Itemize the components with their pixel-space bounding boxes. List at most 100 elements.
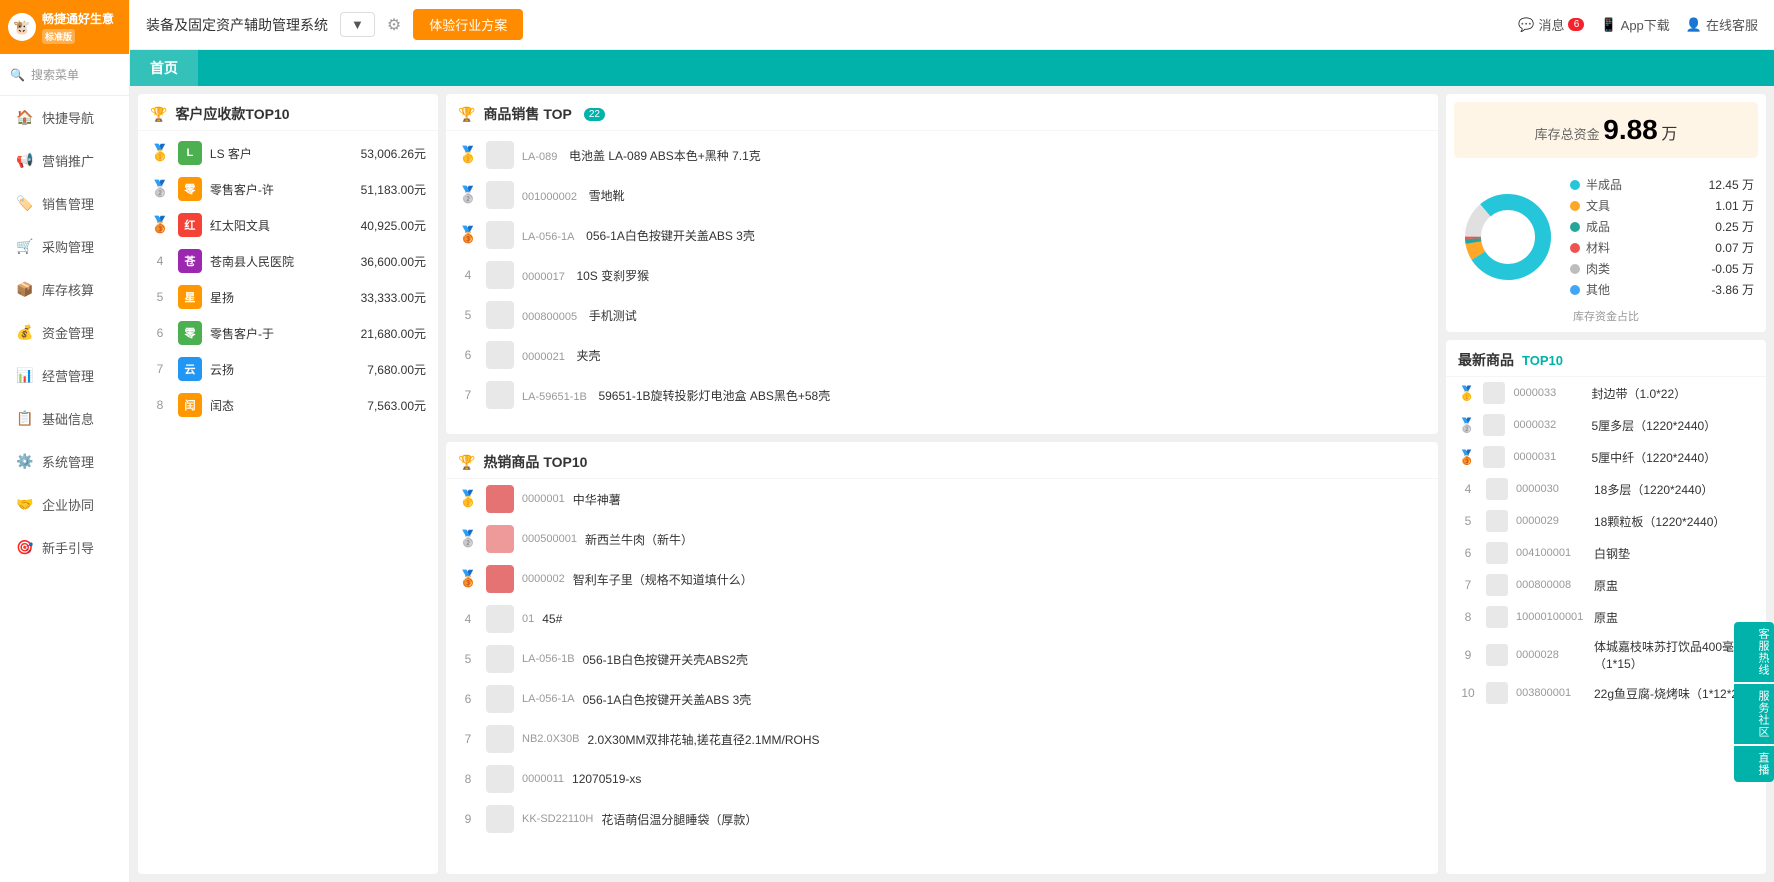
sidebar-item-system[interactable]: ⚙️ 系统管理 bbox=[0, 440, 129, 483]
product-code: 001000002 bbox=[522, 191, 577, 203]
product-code: LA-056-1A bbox=[522, 231, 575, 243]
rank-number: 7 bbox=[1458, 578, 1478, 592]
chevron-down-icon: ▼ bbox=[351, 17, 364, 32]
float-btn-community[interactable]: 服务社区 bbox=[1734, 684, 1774, 744]
product-code: 000800005 bbox=[522, 311, 577, 323]
product-code: 0000001 bbox=[522, 493, 565, 505]
hot-product-item: 🥇 0000001 中华神薯 bbox=[446, 479, 1438, 519]
sidebar-search-area[interactable]: 🔍 搜索菜单 bbox=[0, 54, 129, 96]
medal-silver-icon: 🥈 bbox=[458, 529, 478, 549]
product-thumb bbox=[486, 605, 514, 633]
product-code: LA-089 bbox=[522, 151, 557, 163]
legend-dot bbox=[1570, 201, 1580, 211]
product-sales-title: 商品销售 TOP bbox=[483, 104, 571, 124]
logo-badge: 标准版 bbox=[42, 29, 75, 44]
content-area: 🏆 客户应收款TOP10 🥇 L LS 客户 53,006.26元 🥈 零 零售… bbox=[130, 86, 1774, 882]
tab-home[interactable]: 首页 bbox=[130, 50, 198, 86]
sidebar-item-purchase[interactable]: 🛒 采购管理 bbox=[0, 225, 129, 268]
basic-icon: 📋 bbox=[16, 410, 34, 427]
legend-value: 12.45 万 bbox=[1709, 176, 1754, 193]
rank-number: 4 bbox=[1458, 482, 1478, 496]
sidebar-label-finance: 资金管理 bbox=[42, 323, 94, 342]
hot-product-item: 9 KK-SD22110H 花语萌侣温分腿睡袋（厚款） bbox=[446, 799, 1438, 839]
sales-icon: 🏷️ bbox=[16, 195, 34, 212]
legend-value: 0.25 万 bbox=[1715, 218, 1754, 235]
customer-amount: 53,006.26元 bbox=[361, 145, 426, 162]
product-code: 004100001 bbox=[1516, 547, 1586, 559]
rank-number: 8 bbox=[1458, 610, 1478, 624]
product-info: 001000002 雪地靴 bbox=[522, 187, 1426, 204]
sidebar-label-shortcut: 快捷导航 bbox=[42, 108, 94, 127]
float-buttons: 客服热线 服务社区 直播 bbox=[1734, 622, 1774, 782]
finance-icon: 💰 bbox=[16, 324, 34, 341]
sidebar-item-sales[interactable]: 🏷️ 销售管理 bbox=[0, 182, 129, 225]
rank-number: 8 bbox=[458, 772, 478, 786]
hot-product-item: 8 0000011 12070519-xs bbox=[446, 759, 1438, 799]
logo-text-block: 畅捷通好生意 标准版 bbox=[42, 10, 114, 44]
online-service-label: 在线客服 bbox=[1706, 15, 1758, 34]
settings-icon[interactable]: ⚙ bbox=[387, 15, 401, 35]
sidebar-label-cooperation: 企业协同 bbox=[42, 495, 94, 514]
legend-label: 材料 bbox=[1586, 239, 1709, 256]
sidebar-item-shortcut[interactable]: 🏠 快捷导航 bbox=[0, 96, 129, 139]
customer-ranking-panel: 🏆 客户应收款TOP10 🥇 L LS 客户 53,006.26元 🥈 零 零售… bbox=[138, 94, 438, 874]
product-sales-panel: 🏆 商品销售 TOP 22 🥇 LA-089 电池盖 LA-089 ABS本色+… bbox=[446, 94, 1438, 434]
sidebar-item-operations[interactable]: 📊 经营管理 bbox=[0, 354, 129, 397]
product-name: 22g鱼豆腐-烧烤味（1*12*20） bbox=[1594, 685, 1754, 702]
legend-dot bbox=[1570, 222, 1580, 232]
customer-name: 苍南县人民医院 bbox=[210, 253, 353, 270]
donut-chart bbox=[1458, 187, 1558, 287]
sidebar-item-guide[interactable]: 🎯 新手引导 bbox=[0, 526, 129, 569]
sidebar: 🐮 畅捷通好生意 标准版 🔍 搜索菜单 🏠 快捷导航 📢 营销推广 🏷️ 销售管… bbox=[0, 0, 130, 882]
product-thumb bbox=[486, 261, 514, 289]
product-code: 003800001 bbox=[1516, 687, 1586, 699]
legend-item: 其他 -3.86 万 bbox=[1570, 279, 1754, 300]
rank-number: 6 bbox=[458, 348, 478, 362]
sidebar-item-marketing[interactable]: 📢 营销推广 bbox=[0, 139, 129, 182]
product-name: 10S 变刹罗猴 bbox=[576, 269, 649, 283]
product-name: 18多层（1220*2440） bbox=[1594, 481, 1754, 498]
hot-products-header: 🏆 热销商品 TOP10 bbox=[446, 442, 1438, 479]
product-thumb bbox=[486, 181, 514, 209]
sidebar-label-system: 系统管理 bbox=[42, 452, 94, 471]
nav-tabs: 首页 bbox=[130, 50, 1774, 86]
product-name: 雪地靴 bbox=[589, 189, 625, 203]
float-btn-service[interactable]: 客服热线 bbox=[1734, 622, 1774, 682]
operations-icon: 📊 bbox=[16, 367, 34, 384]
product-name: 原盅 bbox=[1594, 609, 1754, 626]
product-thumb bbox=[1483, 414, 1505, 436]
product-info: LA-089 电池盖 LA-089 ABS本色+黑种 7.1克 bbox=[522, 147, 1426, 164]
rank-number: 7 bbox=[150, 362, 170, 376]
hot-products-panel: 🏆 热销商品 TOP10 🥇 0000001 中华神薯 🥈 000500001 … bbox=[446, 442, 1438, 874]
sidebar-item-finance[interactable]: 💰 资金管理 bbox=[0, 311, 129, 354]
newest-product-item: 4 0000030 18多层（1220*2440） bbox=[1446, 473, 1766, 505]
rank-number: 9 bbox=[458, 812, 478, 826]
product-name: 电池盖 LA-089 ABS本色+黑种 7.1克 bbox=[569, 149, 761, 163]
product-info: LA-056-1A 056-1A白色按键开关盖ABS 3壳 bbox=[522, 227, 1426, 244]
rank-number: 6 bbox=[458, 692, 478, 706]
medal-bronze-icon: 🥉 bbox=[150, 215, 170, 235]
product-code: 0000032 bbox=[1513, 419, 1583, 431]
medal-icon: 🏆 bbox=[458, 106, 475, 123]
guide-icon: 🎯 bbox=[16, 539, 34, 556]
product-thumb bbox=[1486, 574, 1508, 596]
legend-item: 文具 1.01 万 bbox=[1570, 195, 1754, 216]
notice-btn[interactable]: 💬 消息 6 bbox=[1518, 15, 1584, 34]
rank-number: 5 bbox=[150, 290, 170, 304]
system-dropdown-button[interactable]: ▼ bbox=[340, 12, 375, 37]
rank-number: 7 bbox=[458, 388, 478, 402]
customer-name: 闰态 bbox=[210, 397, 359, 414]
sidebar-item-basic[interactable]: 📋 基础信息 bbox=[0, 397, 129, 440]
try-plan-button[interactable]: 体验行业方案 bbox=[413, 9, 523, 40]
newest-product-item: 8 10000100001 原盅 bbox=[1446, 601, 1766, 633]
product-thumb bbox=[486, 485, 514, 513]
online-service-btn[interactable]: 👤 在线客服 bbox=[1686, 15, 1758, 34]
sidebar-search-btn[interactable]: 🔍 搜索菜单 bbox=[10, 62, 119, 87]
customer-ranking-item: 4 苍 苍南县人民医院 36,600.00元 bbox=[138, 243, 438, 279]
customer-ranking-item: 🥈 零 零售客户-许 51,183.00元 bbox=[138, 171, 438, 207]
float-btn-live[interactable]: 直播 bbox=[1734, 746, 1774, 782]
sidebar-item-cooperation[interactable]: 🤝 企业协同 bbox=[0, 483, 129, 526]
sidebar-item-inventory[interactable]: 📦 库存核算 bbox=[0, 268, 129, 311]
header-right: 💬 消息 6 📱 App下载 👤 在线客服 bbox=[1518, 15, 1758, 34]
app-download-btn[interactable]: 📱 App下载 bbox=[1600, 15, 1669, 34]
